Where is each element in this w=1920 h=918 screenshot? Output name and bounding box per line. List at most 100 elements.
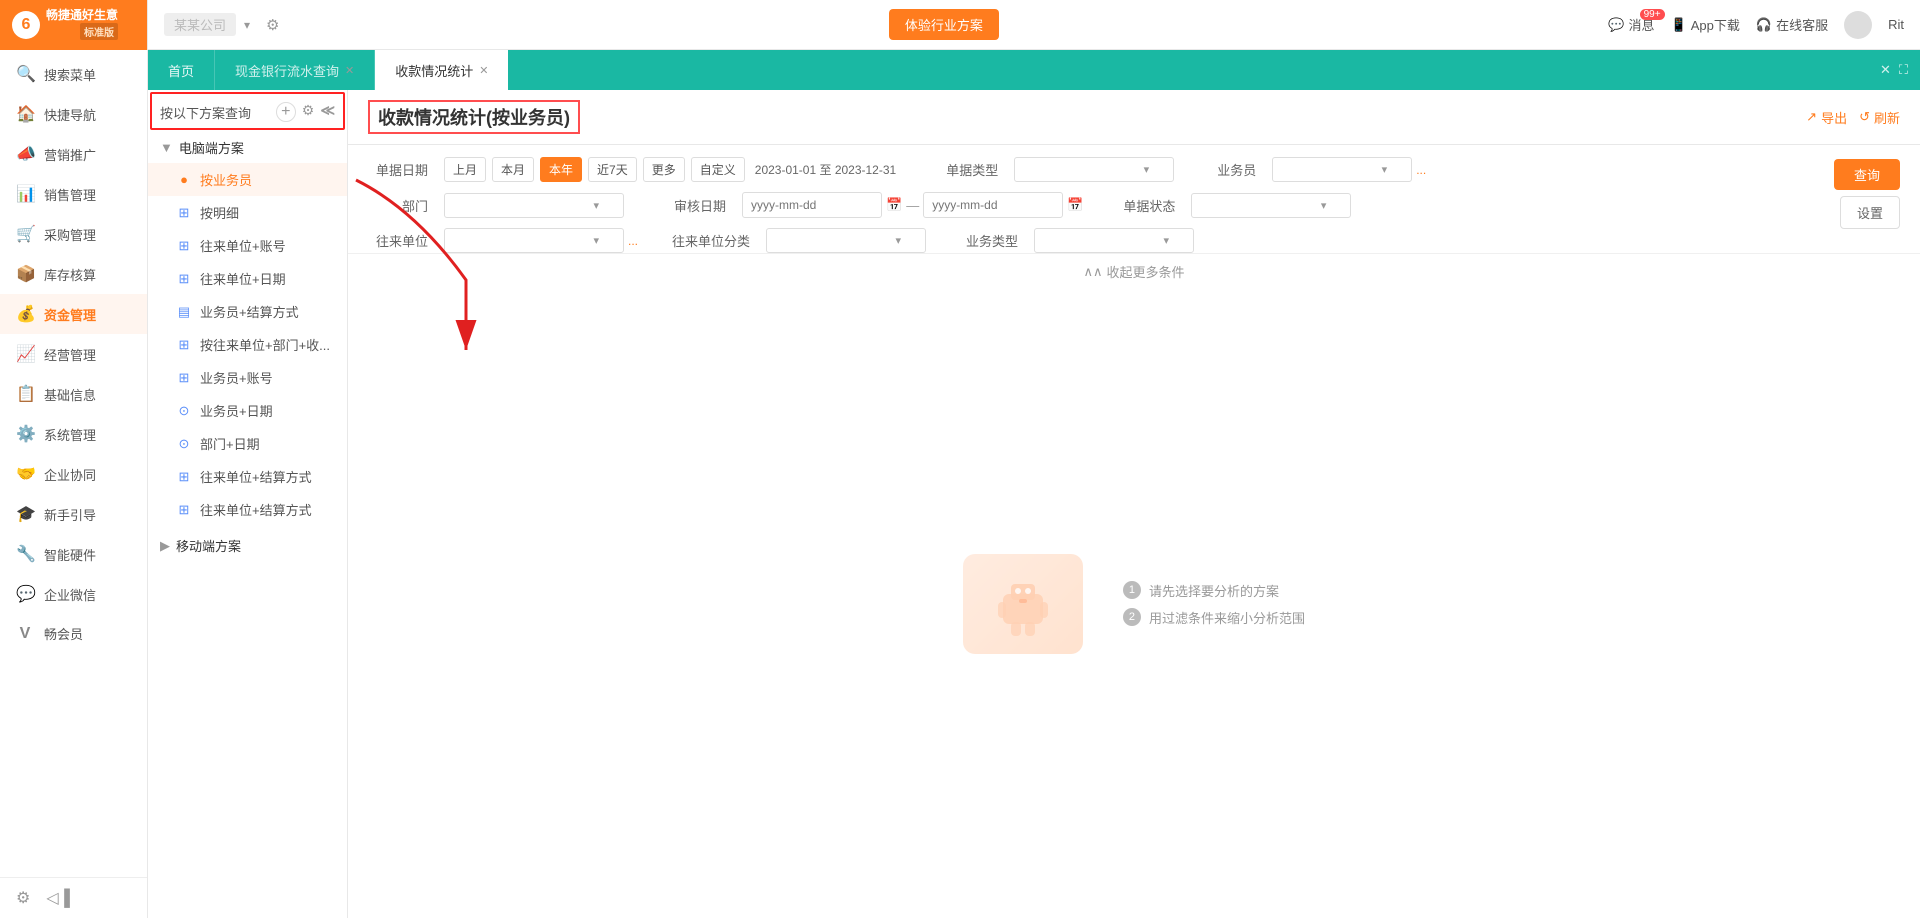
filter-row-1: 单据日期 上月 本月 本年 近7天 更多 自定义 2023-01-01 至 20… bbox=[368, 157, 1816, 182]
left-panel-header: 按以下方案查询 + ⚙ ≪ bbox=[148, 102, 347, 130]
tree-child-salesperson-date[interactable]: ⊙ 业务员+日期 bbox=[148, 394, 347, 427]
trial-btn[interactable]: 体验行业方案 bbox=[889, 9, 999, 40]
partner-dept-icon: ⊞ bbox=[176, 337, 192, 353]
partner-label: 往来单位 bbox=[368, 231, 428, 250]
tree-child-partner-account[interactable]: ⊞ 往来单位+账号 bbox=[148, 229, 347, 262]
scheme-settings-icon[interactable]: ⚙ bbox=[302, 102, 315, 122]
sidebar-item-finance[interactable]: 💰 资金管理 bbox=[0, 294, 147, 334]
mobile-section: ▶ 移动端方案 bbox=[148, 528, 347, 563]
biz-type-select[interactable]: ▾ bbox=[1034, 228, 1194, 253]
date-btn-cur-year[interactable]: 本年 bbox=[540, 157, 582, 182]
refresh-btn[interactable]: ↺ 刷新 bbox=[1859, 108, 1900, 127]
tree-child-dept-date[interactable]: ⊙ 部门+日期 bbox=[148, 427, 347, 460]
tree-child-salesperson-settle[interactable]: ▤ 业务员+结算方式 bbox=[148, 295, 347, 328]
tab-receipt-close-icon[interactable]: ✕ bbox=[479, 64, 488, 77]
sidebar-item-label: 企业协同 bbox=[44, 465, 96, 484]
query-btn[interactable]: 查询 bbox=[1834, 159, 1900, 190]
sidebar-item-search[interactable]: 🔍 搜索菜单 bbox=[0, 54, 147, 94]
page-actions: ↗ 导出 ↺ 刷新 bbox=[1806, 108, 1900, 127]
export-btn[interactable]: ↗ 导出 bbox=[1806, 108, 1847, 127]
tree-child-label: 按业务员 bbox=[200, 170, 252, 189]
service-btn[interactable]: 🎧 在线客服 bbox=[1756, 15, 1828, 34]
breadcrumb-company: 某某公司 bbox=[164, 13, 236, 36]
sidebar-item-stock[interactable]: 📦 库存核算 bbox=[0, 254, 147, 294]
date-btn-7days[interactable]: 近7天 bbox=[588, 157, 637, 182]
sidebar-item-system[interactable]: ⚙️ 系统管理 bbox=[0, 414, 147, 454]
hardware-icon: 🔧 bbox=[16, 544, 34, 564]
sidebar-item-label: 搜索菜单 bbox=[44, 65, 96, 84]
set-btn[interactable]: 设置 bbox=[1840, 196, 1900, 229]
sidebar-item-nav[interactable]: 🏠 快捷导航 bbox=[0, 94, 147, 134]
review-date-cal2-icon[interactable]: 📅 bbox=[1067, 197, 1083, 213]
sidebar-item-enterprise[interactable]: 🤝 企业协同 bbox=[0, 454, 147, 494]
left-panel: 按以下方案查询 + ⚙ ≪ ▼ 电脑端方案 ● 按业务员 bbox=[148, 90, 348, 918]
dept-date-icon: ⊙ bbox=[176, 436, 192, 452]
tab-home[interactable]: 首页 bbox=[148, 50, 215, 90]
window-maximize-icon[interactable]: ⛶ bbox=[1899, 62, 1908, 78]
tree-child-partner-dept[interactable]: ⊞ 按往来单位+部门+收... bbox=[148, 328, 347, 361]
collapse-sidebar-icon[interactable]: ◁▐ bbox=[46, 888, 70, 908]
page-header: 收款情况统计(按业务员) ↗ 导出 ↺ 刷新 bbox=[348, 90, 1920, 145]
add-scheme-icon[interactable]: + bbox=[276, 102, 296, 122]
tree-child-salesperson-account[interactable]: ⊞ 业务员+账号 bbox=[148, 361, 347, 394]
review-date-end[interactable] bbox=[923, 192, 1063, 218]
empty-state: 1 请先选择要分析的方案 2 用过滤条件来缩小分析范围 bbox=[348, 289, 1920, 918]
guide-icon: 🎓 bbox=[16, 504, 34, 524]
tree-child-partner-date[interactable]: ⊞ 往来单位+日期 bbox=[148, 262, 347, 295]
page-title: 收款情况统计(按业务员) bbox=[368, 100, 580, 134]
date-btn-custom[interactable]: 自定义 bbox=[691, 157, 745, 182]
sidebar-item-guide[interactable]: 🎓 新手引导 bbox=[0, 494, 147, 534]
user-avatar[interactable] bbox=[1844, 11, 1872, 39]
date-btn-prev-month[interactable]: 上月 bbox=[444, 157, 486, 182]
tab-bank-close-icon[interactable]: ✕ bbox=[345, 64, 354, 77]
sidebar-item-sales[interactable]: 📊 销售管理 bbox=[0, 174, 147, 214]
date-btn-more[interactable]: 更多 bbox=[643, 157, 685, 182]
window-close-icon[interactable]: ✕ bbox=[1880, 62, 1891, 78]
msg-btn[interactable]: 💬 消息 99+ bbox=[1608, 15, 1654, 34]
review-date-start[interactable] bbox=[742, 192, 882, 218]
empty-robot-svg bbox=[983, 564, 1063, 644]
tree-child-label: 业务员+账号 bbox=[200, 368, 273, 387]
tab-receipt[interactable]: 收款情况统计 ✕ bbox=[375, 50, 508, 90]
partner-more-btn[interactable]: ... bbox=[628, 234, 638, 248]
sidebar-item-operation[interactable]: 📈 经营管理 bbox=[0, 334, 147, 374]
dept-select[interactable]: ▾ bbox=[444, 193, 624, 218]
date-btn-cur-month[interactable]: 本月 bbox=[492, 157, 534, 182]
collapse-panel-icon[interactable]: ≪ bbox=[320, 102, 335, 122]
enterprise-icon: 🤝 bbox=[16, 464, 34, 484]
partner-class-select[interactable]: ▾ bbox=[766, 228, 926, 253]
tree-child-label: 按明细 bbox=[200, 203, 239, 222]
partner-arrow-icon: ▾ bbox=[593, 234, 599, 247]
tree-child-partner-settle2[interactable]: ⊞ 往来单位+结算方式 bbox=[148, 493, 347, 526]
doc-status-select[interactable]: ▾ bbox=[1191, 193, 1351, 218]
app-download-btn[interactable]: 📱 App下载 bbox=[1671, 15, 1740, 34]
tree-child-by-detail[interactable]: ⊞ 按明细 bbox=[148, 196, 347, 229]
settings-gear-icon[interactable]: ⚙ bbox=[16, 888, 30, 908]
tree-child-partner-settle1[interactable]: ⊞ 往来单位+结算方式 bbox=[148, 460, 347, 493]
doc-status-label: 单据状态 bbox=[1115, 196, 1175, 215]
sidebar-item-purchase[interactable]: 🛒 采购管理 bbox=[0, 214, 147, 254]
partner-settle2-icon: ⊞ bbox=[176, 502, 192, 518]
tree-child-by-salesperson[interactable]: ● 按业务员 bbox=[148, 163, 347, 196]
sidebar-item-wechat[interactable]: 💬 企业微信 bbox=[0, 574, 147, 614]
sidebar-item-hardware[interactable]: 🔧 智能硬件 bbox=[0, 534, 147, 574]
wechat-icon: 💬 bbox=[16, 584, 34, 604]
left-panel-actions: + ⚙ ≪ bbox=[276, 102, 335, 122]
doc-type-select[interactable]: ▾ bbox=[1014, 157, 1174, 182]
sidebar-item-member[interactable]: V 畅会员 bbox=[0, 614, 147, 653]
partner-select[interactable]: ▾ bbox=[444, 228, 624, 253]
salesperson-select[interactable]: ▾ bbox=[1272, 157, 1412, 182]
collapse-bar[interactable]: ∧∧ 收起更多条件 bbox=[348, 253, 1920, 289]
tree-root-mobile[interactable]: ▶ 移动端方案 bbox=[148, 530, 347, 561]
sidebar-item-marketing[interactable]: 📣 营销推广 bbox=[0, 134, 147, 174]
app-label: App下载 bbox=[1691, 15, 1740, 34]
topbar-gear-icon[interactable]: ⚙ bbox=[266, 16, 279, 34]
salesperson-more-btn[interactable]: ... bbox=[1416, 163, 1426, 177]
sidebar-item-base[interactable]: 📋 基础信息 bbox=[0, 374, 147, 414]
tab-home-label: 首页 bbox=[168, 61, 194, 80]
tab-bank[interactable]: 现金银行流水查询 ✕ bbox=[215, 50, 375, 90]
review-date-cal1-icon[interactable]: 📅 bbox=[886, 197, 902, 213]
tree-root-desktop[interactable]: ▼ 电脑端方案 bbox=[148, 132, 347, 163]
breadcrumb-dropdown-icon[interactable]: ▾ bbox=[244, 18, 250, 32]
tab-bank-label: 现金银行流水查询 bbox=[235, 61, 339, 80]
